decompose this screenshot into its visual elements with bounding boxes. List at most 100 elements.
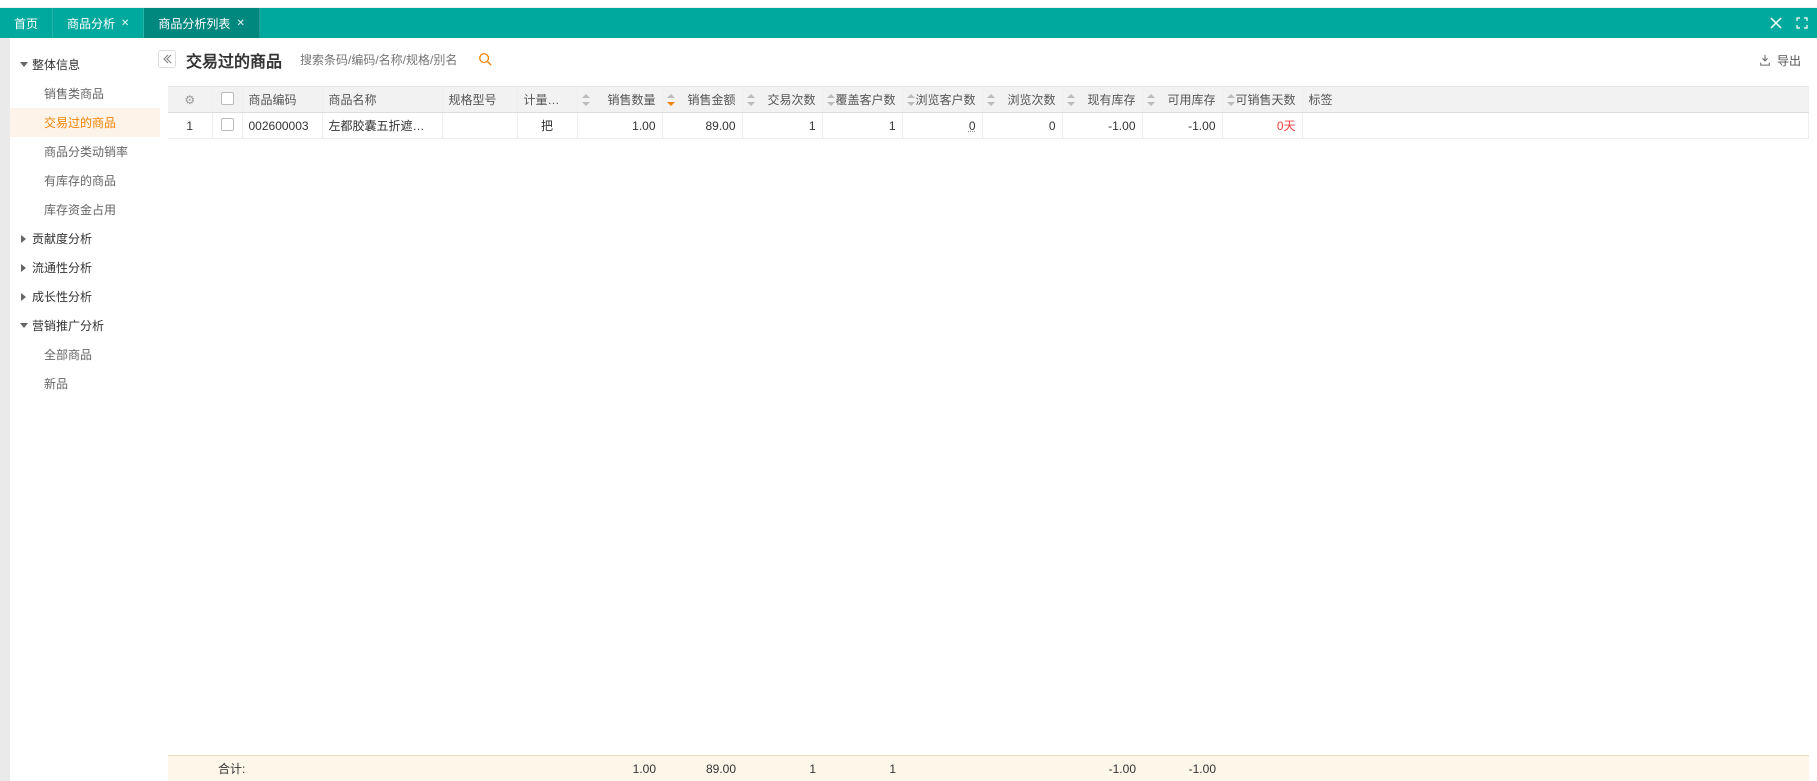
col-header-label: 销售数量 [607, 93, 655, 107]
sidebar-group-成长性分析[interactable]: 成长性分析 [10, 282, 160, 311]
total-cell-qty: 1.00 [577, 756, 662, 781]
total-cell-avail: -1.00 [1142, 756, 1222, 781]
col-header-amt[interactable]: 销售金额 [662, 87, 742, 113]
total-cell-amt: 89.00 [662, 756, 742, 781]
cell-chk [212, 113, 242, 139]
total-cell-tag [1302, 756, 1809, 781]
sort-icon [827, 94, 835, 106]
total-cell-txn: 1 [742, 756, 822, 781]
sidebar-group-label: 成长性分析 [32, 288, 92, 305]
sidebar-group-label: 贡献度分析 [32, 230, 92, 247]
total-cell-cust: 1 [822, 756, 902, 781]
tabstrip-right-controls [1761, 8, 1817, 38]
tab-首页[interactable]: 首页 [0, 8, 53, 38]
total-cell-bcnt [982, 756, 1062, 781]
totals-row: 合计:1.0089.0011-1.00-1.00 [168, 755, 1809, 781]
cell-gear: 1 [168, 113, 212, 139]
total-cell-gear [168, 756, 212, 781]
sort-icon [667, 94, 675, 106]
cell-amt: 89.00 [662, 113, 742, 139]
col-header-label: 交易次数 [767, 93, 815, 107]
col-header-label: 现有库存 [1087, 93, 1135, 107]
sidebar-group-label: 整体信息 [32, 56, 80, 73]
cell-name: 左都胶囊五折遮阳伞防晒伞; [322, 113, 442, 139]
sidebar-item-交易过的商品[interactable]: 交易过的商品 [10, 108, 160, 137]
sort-icon [1067, 94, 1075, 106]
sidebar-group-整体信息[interactable]: 整体信息 [10, 50, 160, 79]
sidebar-item-全部商品[interactable]: 全部商品 [10, 340, 160, 369]
total-cell-unit [517, 756, 577, 781]
chevron-down-icon [20, 322, 28, 330]
col-header-label: 浏览次数 [1007, 93, 1055, 107]
col-header-label: 标签 [1309, 93, 1333, 107]
sidebar-item-销售类商品[interactable]: 销售类商品 [10, 79, 160, 108]
total-cell-bcust [902, 756, 982, 781]
col-header-label: 可用库存 [1167, 93, 1215, 107]
row-checkbox[interactable] [221, 118, 234, 131]
total-cell-spec [442, 756, 517, 781]
sidebar-item-库存资金占用[interactable]: 库存资金占用 [10, 195, 160, 224]
table-header-row: ⚙商品编码商品名称规格型号计量单位销售数量销售金额交易次数覆盖客户数浏览客户数浏… [168, 87, 1809, 113]
col-header-label: 计量单位 [524, 93, 572, 107]
cell-cust: 1 [822, 113, 902, 139]
cell-stock: -1.00 [1062, 113, 1142, 139]
cell-bcust[interactable]: 0 [902, 113, 982, 139]
total-cell-stock: -1.00 [1062, 756, 1142, 781]
sidebar-group-流通性分析[interactable]: 流通性分析 [10, 253, 160, 282]
sidebar-item-有库存的商品[interactable]: 有库存的商品 [10, 166, 160, 195]
search-box [300, 51, 492, 70]
close-icon[interactable] [1769, 16, 1783, 30]
sidebar-group-营销推广分析[interactable]: 营销推广分析 [10, 311, 160, 340]
tab-商品分析[interactable]: 商品分析✕ [53, 8, 144, 38]
sort-icon [1227, 94, 1235, 106]
col-header-cust[interactable]: 覆盖客户数 [822, 87, 902, 113]
col-header-bcnt[interactable]: 浏览次数 [982, 87, 1062, 113]
tab-close-icon[interactable]: ✕ [121, 18, 129, 29]
cell-tag [1302, 113, 1809, 139]
data-table: ⚙商品编码商品名称规格型号计量单位销售数量销售金额交易次数覆盖客户数浏览客户数浏… [168, 86, 1809, 113]
chevron-right-icon [20, 235, 28, 243]
col-header-avail[interactable]: 可用库存 [1142, 87, 1222, 113]
sort-icon [1147, 94, 1155, 106]
cell-code: 002600003 [242, 113, 322, 139]
col-header-stock[interactable]: 现有库存 [1062, 87, 1142, 113]
cell-txn: 1 [742, 113, 822, 139]
sort-icon [582, 94, 590, 106]
sidebar-group-label: 流通性分析 [32, 259, 92, 276]
table-row[interactable]: 1002600003左都胶囊五折遮阳伞防晒伞;把1.0089.001100-1.… [168, 113, 1809, 139]
tab-close-icon[interactable]: ✕ [236, 18, 244, 29]
col-header-unit: 计量单位 [517, 87, 577, 113]
search-icon[interactable] [478, 52, 492, 69]
search-input[interactable] [300, 51, 470, 70]
sidebar-item-新品[interactable]: 新品 [10, 369, 160, 398]
collapse-sidebar-button[interactable] [158, 50, 176, 68]
col-header-chk [212, 87, 242, 113]
col-header-sdays[interactable]: 可销售天数 [1222, 87, 1302, 113]
col-header-code: 商品编码 [242, 87, 322, 113]
export-button[interactable]: 导出 [1759, 52, 1801, 69]
tab-商品分析列表[interactable]: 商品分析列表 ✕ [144, 8, 259, 38]
sidebar-group-label: 营销推广分析 [32, 317, 104, 334]
col-header-label: 商品名称 [329, 93, 377, 107]
cell-sdays: 0天 [1222, 113, 1302, 139]
expand-icon[interactable] [1795, 16, 1809, 30]
col-header-qty[interactable]: 销售数量 [577, 87, 662, 113]
tab-strip: 首页商品分析✕ 商品分析列表 ✕ [0, 8, 1817, 38]
gear-icon[interactable]: ⚙ [184, 93, 195, 107]
total-cell-chk: 合计: [212, 756, 242, 781]
page-header: 交易过的商品 导出 [160, 38, 1817, 86]
col-header-name: 商品名称 [322, 87, 442, 113]
cell-qty: 1.00 [577, 113, 662, 139]
select-all-checkbox[interactable] [221, 92, 234, 105]
col-header-label: 商品编码 [249, 93, 297, 107]
total-cell-sdays [1222, 756, 1302, 781]
sidebar-item-商品分类动销率[interactable]: 商品分类动销率 [10, 137, 160, 166]
col-header-label: 浏览客户数 [915, 93, 975, 107]
sidebar-group-贡献度分析[interactable]: 贡献度分析 [10, 224, 160, 253]
tab-label: 商品分析列表 [158, 15, 230, 32]
col-header-bcust[interactable]: 浏览客户数 [902, 87, 982, 113]
col-header-txn[interactable]: 交易次数 [742, 87, 822, 113]
col-header-label: 可销售天数 [1235, 93, 1295, 107]
cell-unit: 把 [517, 113, 577, 139]
cell-avail: -1.00 [1142, 113, 1222, 139]
